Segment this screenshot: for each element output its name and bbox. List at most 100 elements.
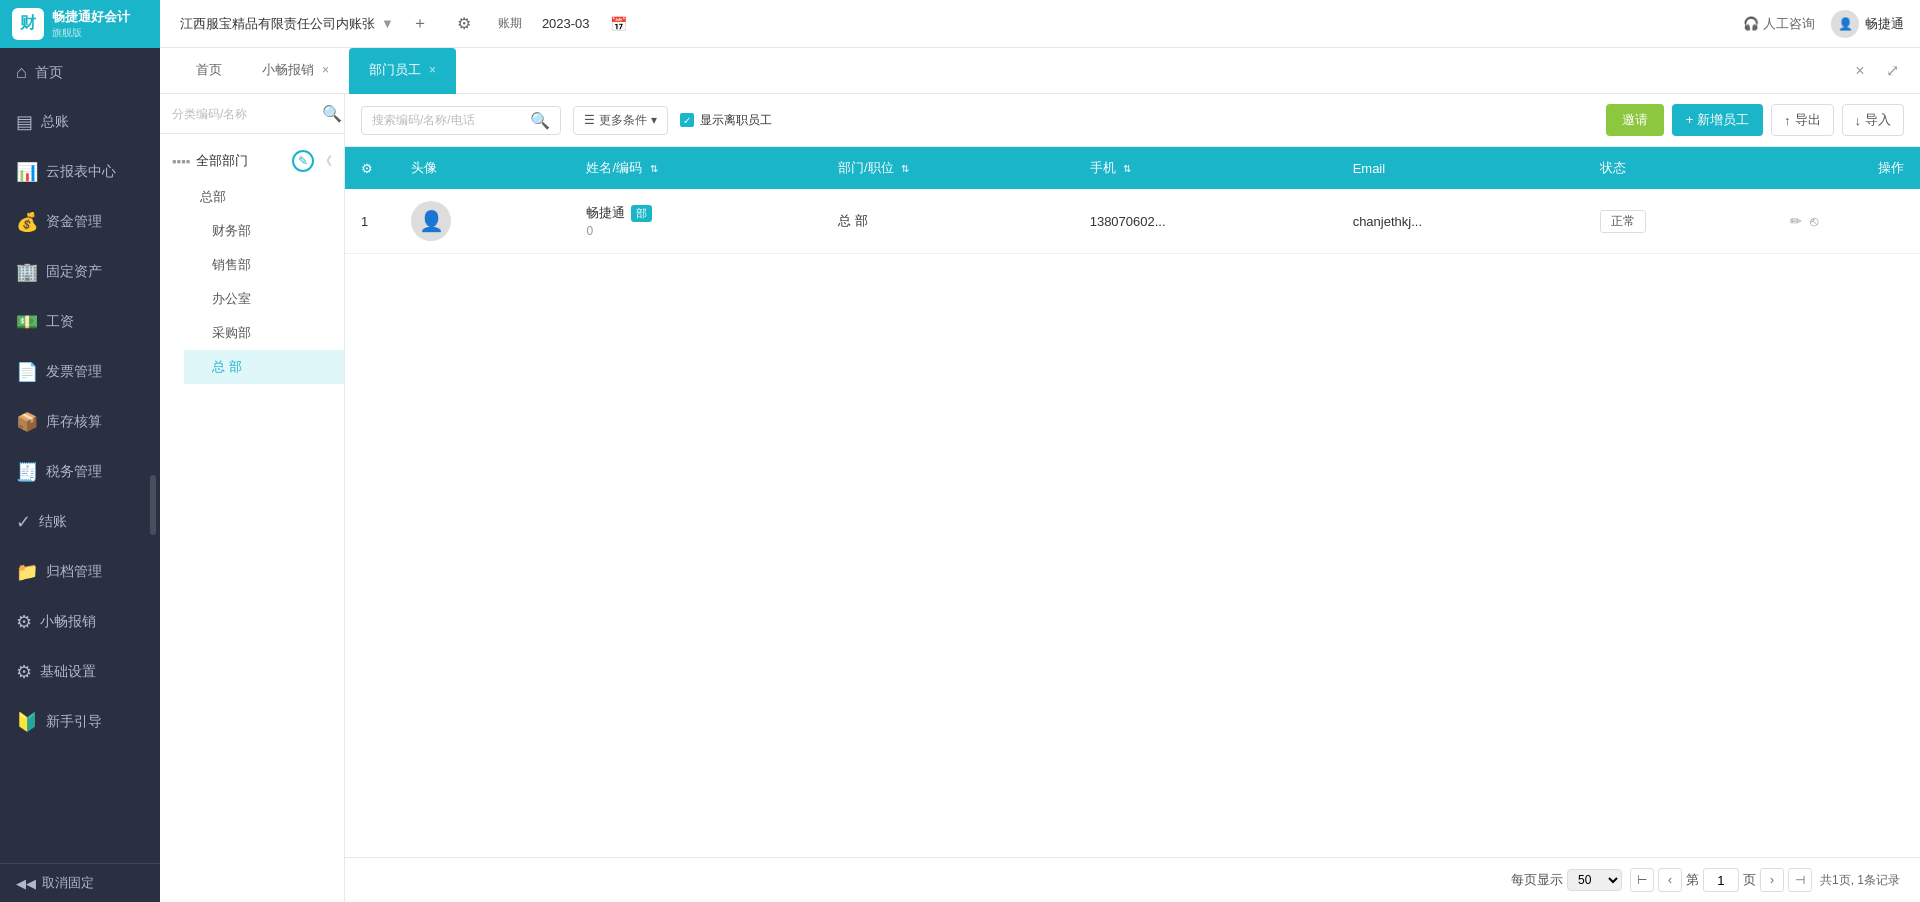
dept-node-purchase[interactable]: 采购部 <box>184 316 344 350</box>
all-dept-label: 全部部门 <box>196 152 248 170</box>
dept-node-general[interactable]: 总 部 <box>184 350 344 384</box>
import-icon: ↓ <box>1855 113 1862 128</box>
add-tab-button[interactable]: ＋ <box>406 10 434 38</box>
maximize-button[interactable]: ⤢ <box>1880 59 1904 83</box>
close-expense-tab-button[interactable]: × <box>322 63 329 77</box>
salary-icon: 💵 <box>16 311 38 333</box>
th-dept-position[interactable]: 部门/职位 ⇅ <box>822 147 1074 189</box>
dept-node-sales[interactable]: 销售部 <box>184 248 344 282</box>
sort-phone-icon: ⇅ <box>1123 163 1131 174</box>
period-label: 账期 <box>498 15 522 32</box>
sort-dept-icon: ⇅ <box>901 163 909 174</box>
add-employee-button[interactable]: + 新增员工 <box>1672 104 1763 136</box>
user-info[interactable]: 👤 畅捷通 <box>1831 10 1904 38</box>
per-page-select: 每页显示 10 20 50 100 <box>1511 869 1622 891</box>
main-layout: ⌂ 首页 ▤ 总账 📊 云报表中心 💰 资金管理 🏢 固定资产 💵 工资 📄 发… <box>0 48 1920 902</box>
settings-icon[interactable]: ⚙ <box>450 10 478 38</box>
sidebar-item-reports[interactable]: 📊 云报表中心 <box>0 147 160 197</box>
expense-icon: ⚙ <box>16 611 32 633</box>
unpin-button[interactable]: ◀◀ 取消固定 <box>0 863 160 902</box>
th-name-code[interactable]: 姓名/编码 ⇅ <box>570 147 822 189</box>
last-page-button[interactable]: ⊣ <box>1788 868 1812 892</box>
sidebar-item-assets[interactable]: 🏢 固定资产 <box>0 247 160 297</box>
th-settings[interactable]: ⚙ <box>345 147 395 189</box>
import-button[interactable]: ↓ 导入 <box>1842 104 1905 136</box>
logout-employee-button[interactable]: ⎋ <box>1810 213 1818 229</box>
table-header-row: ⚙ 头像 姓名/编码 ⇅ 部门/职位 <box>345 147 1920 189</box>
per-page-dropdown[interactable]: 10 20 50 100 <box>1567 869 1622 891</box>
archive-icon: 📁 <box>16 561 38 583</box>
user-name: 畅捷通 <box>1865 15 1904 33</box>
sidebar-item-guide[interactable]: 🔰 新手引导 <box>0 697 160 747</box>
sidebar-item-expense[interactable]: ⚙ 小畅报销 <box>0 597 160 647</box>
all-departments-header[interactable]: ▪▪▪▪ 全部部门 ✎ 《 <box>160 142 344 180</box>
guide-icon: 🔰 <box>16 711 38 733</box>
th-email: Email <box>1337 147 1584 189</box>
sidebar-item-funds[interactable]: 💰 资金管理 <box>0 197 160 247</box>
close-tab-button[interactable]: × <box>1848 59 1872 83</box>
basic-icon: ⚙ <box>16 661 32 683</box>
employee-name: 畅捷通 <box>586 204 625 222</box>
toolbar-right: 邀请 + 新增员工 ↑ 导出 ↓ 导入 <box>1606 104 1904 136</box>
current-page-input[interactable] <box>1703 868 1739 892</box>
th-phone[interactable]: 手机 ⇅ <box>1074 147 1337 189</box>
search-icon[interactable]: 🔍 <box>530 111 550 130</box>
close-dept-emp-tab-button[interactable]: × <box>429 63 436 77</box>
row-actions: ✏ ⎋ <box>1774 189 1920 254</box>
sidebar-item-tax[interactable]: 🧾 税务管理 <box>0 447 160 497</box>
sidebar: ⌂ 首页 ▤ 总账 📊 云报表中心 💰 资金管理 🏢 固定资产 💵 工资 📄 发… <box>0 48 160 902</box>
chevron-down-icon: ▼ <box>381 16 394 31</box>
dept-search-input[interactable] <box>172 107 322 121</box>
edit-employee-button[interactable]: ✏ <box>1790 213 1802 229</box>
calendar-icon[interactable]: 📅 <box>610 16 627 32</box>
logo-text: 畅捷通好会计 旗舰版 <box>52 8 130 40</box>
sidebar-item-archive[interactable]: 📁 归档管理 <box>0 547 160 597</box>
sidebar-item-ledger[interactable]: ▤ 总账 <box>0 97 160 147</box>
search-icon[interactable]: 🔍 <box>322 104 342 123</box>
sidebar-item-salary[interactable]: 💵 工资 <box>0 297 160 347</box>
content-area: 首页 小畅报销 × 部门员工 × × ⤢ 🔍 <box>160 48 1920 902</box>
scroll-indicator <box>150 475 156 535</box>
dept-node-finance[interactable]: 财务部 <box>184 214 344 248</box>
sidebar-item-settle[interactable]: ✓ 结账 <box>0 497 160 547</box>
person-icon: 👤 <box>419 209 444 233</box>
dept-group-zongbu: 总部 财务部 销售部 办公室 采购部 总 部 <box>160 180 344 384</box>
employee-table: ⚙ 头像 姓名/编码 ⇅ 部门/职位 <box>345 147 1920 254</box>
header-actions: ＋ ⚙ 账期 2023-03 📅 <box>406 10 627 38</box>
tab-dept-emp[interactable]: 部门员工 × <box>349 48 456 94</box>
settle-icon: ✓ <box>16 511 31 533</box>
first-page-button[interactable]: ⊢ <box>1630 868 1654 892</box>
row-phone: 138070602... <box>1074 189 1337 254</box>
tax-icon: 🧾 <box>16 461 38 483</box>
employee-search-input[interactable] <box>372 113 524 127</box>
support-button[interactable]: 🎧 人工咨询 <box>1743 15 1815 33</box>
show-resigned-checkbox[interactable]: ✓ <box>680 113 694 127</box>
dept-node-office[interactable]: 办公室 <box>184 282 344 316</box>
sidebar-item-inventory[interactable]: 📦 库存核算 <box>0 397 160 447</box>
next-page-button[interactable]: › <box>1760 868 1784 892</box>
page-nav: ⊢ ‹ 第 页 › ⊣ <box>1630 868 1812 892</box>
dept-node-zongbu[interactable]: 总部 <box>172 180 344 214</box>
sidebar-item-home[interactable]: ⌂ 首页 <box>0 48 160 97</box>
show-resigned-toggle[interactable]: ✓ 显示离职员工 <box>680 112 772 129</box>
tab-home[interactable]: 首页 <box>176 48 242 94</box>
company-selector[interactable]: 江西服宝精品有限责任公司内账张 ▼ <box>180 15 394 33</box>
sidebar-item-invoice[interactable]: 📄 发票管理 <box>0 347 160 397</box>
page-label: 页 <box>1743 871 1756 889</box>
header-right: 🎧 人工咨询 👤 畅捷通 <box>1743 10 1904 38</box>
headset-icon: 🎧 <box>1743 16 1759 31</box>
sort-name-icon: ⇅ <box>650 163 658 174</box>
logo-area: 财 畅捷通好会计 旗舰版 <box>0 0 160 48</box>
company-name: 江西服宝精品有限责任公司内账张 <box>180 15 375 33</box>
show-resigned-label: 显示离职员工 <box>700 112 772 129</box>
sidebar-item-basic[interactable]: ⚙ 基础设置 <box>0 647 160 697</box>
total-info: 共1页, 1条记录 <box>1820 872 1900 889</box>
invite-button[interactable]: 邀请 <box>1606 104 1664 136</box>
tab-expense[interactable]: 小畅报销 × <box>242 48 349 94</box>
table-row: 1 👤 畅捷通 <box>345 189 1920 254</box>
more-filter-button[interactable]: ☰ 更多条件 ▾ <box>573 106 668 135</box>
prev-page-button[interactable]: ‹ <box>1658 868 1682 892</box>
edit-dept-button[interactable]: ✎ <box>292 150 314 172</box>
export-button[interactable]: ↑ 导出 <box>1771 104 1834 136</box>
logo-icon: 财 <box>12 8 44 40</box>
